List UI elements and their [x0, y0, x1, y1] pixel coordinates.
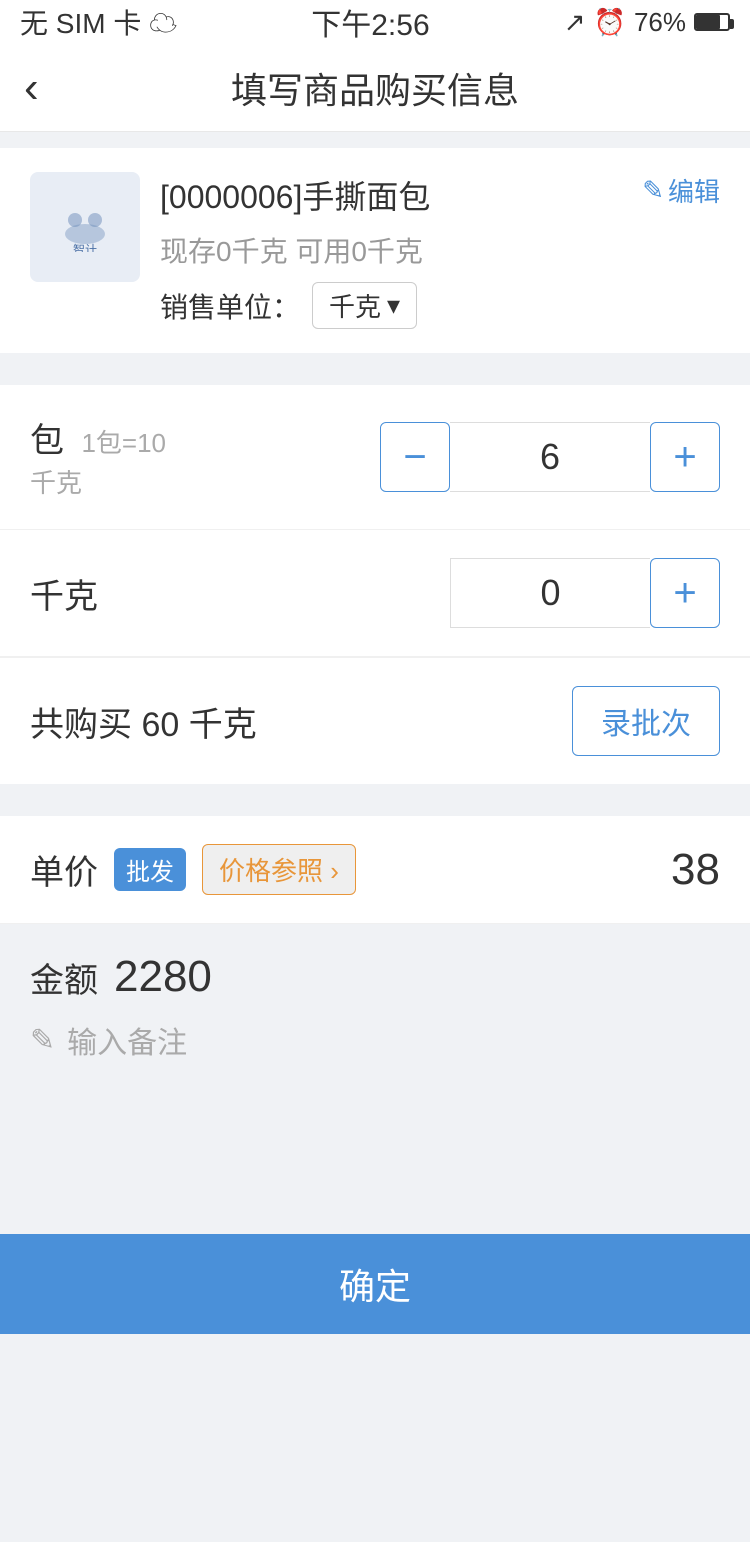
remark-placeholder: 输入备注 — [67, 1018, 187, 1062]
kg-quantity-input[interactable] — [450, 558, 650, 628]
no-sim-text: 无 SIM 卡 ☁ — [20, 2, 177, 42]
kg-input-controls: + — [450, 558, 720, 628]
unit-value: 千克 — [329, 287, 381, 324]
back-button[interactable]: ‹ — [24, 66, 39, 110]
bag-increase-button[interactable]: + — [650, 422, 720, 492]
status-time: 下午2:56 — [311, 0, 429, 44]
status-left: 无 SIM 卡 ☁ — [20, 2, 177, 42]
status-right: ↗ ⏰ 76% — [564, 7, 730, 38]
kg-input-row: 千克 + — [0, 530, 750, 657]
edit-icon: ✎ — [642, 175, 664, 206]
divider-2 — [0, 784, 750, 800]
total-label: 共购买 60 千克 — [30, 697, 257, 746]
unit-dropdown[interactable]: 千克 ▾ — [312, 282, 417, 329]
status-bar: 无 SIM 卡 ☁ 下午2:56 ↗ ⏰ 76% — [0, 0, 750, 44]
product-card: 智计 [0000006]手撕面包 ✎ 编辑 现存0千克 可用0千克 销售单位： … — [0, 148, 750, 353]
amount-label: 金额 — [30, 953, 98, 1002]
battery-icon — [694, 13, 730, 31]
amount-value: 2280 — [114, 952, 212, 1002]
bag-input-row: 包 1包=10千克 − + — [0, 385, 750, 530]
nav-bar: ‹ 填写商品购买信息 — [0, 44, 750, 132]
price-value: 38 — [671, 845, 720, 895]
bag-label: 包 1包=10千克 — [30, 413, 170, 501]
battery-text: 76% — [634, 7, 686, 38]
pencil-icon: ✎ — [30, 1023, 55, 1058]
price-reference-button[interactable]: 价格参照 › — [202, 844, 356, 895]
kg-increase-button[interactable]: + — [650, 558, 720, 628]
remark-row[interactable]: ✎ 输入备注 — [30, 1018, 720, 1062]
unit-label: 销售单位： — [160, 286, 300, 326]
alarm-icon: ⏰ — [594, 7, 626, 38]
amount-section: 金额 2280 ✎ 输入备注 — [0, 924, 750, 1082]
batch-button[interactable]: 录批次 — [572, 686, 720, 756]
confirm-label: 确定 — [339, 1258, 411, 1310]
product-info: [0000006]手撕面包 ✎ 编辑 现存0千克 可用0千克 销售单位： 千克 … — [160, 172, 720, 329]
quantity-section: 包 1包=10千克 − + 千克 + 共购买 60 千克 录批次 — [0, 385, 750, 784]
price-label: 单价 — [30, 845, 98, 894]
amount-row: 金额 2280 — [30, 952, 720, 1002]
edit-button[interactable]: ✎ 编辑 — [642, 172, 720, 209]
divider-1 — [0, 353, 750, 369]
total-row: 共购买 60 千克 录批次 — [0, 657, 750, 784]
kg-label: 千克 — [30, 569, 170, 618]
confirm-bar[interactable]: 确定 — [0, 1234, 750, 1334]
product-stock: 现存0千克 可用0千克 — [160, 230, 720, 270]
product-unit-row: 销售单位： 千克 ▾ — [160, 282, 720, 329]
svg-text:智计: 智计 — [73, 242, 97, 252]
chevron-down-icon: ▾ — [387, 290, 400, 321]
bottom-spacer — [0, 1442, 750, 1542]
product-image: 智计 — [30, 172, 140, 282]
batch-tag: 批发 — [114, 848, 186, 891]
price-section: 单价 批发 价格参照 › 38 — [0, 816, 750, 924]
product-name: [0000006]手撕面包 — [160, 172, 430, 218]
page-title: 填写商品购买信息 — [231, 62, 519, 114]
bag-input-controls: − + — [380, 422, 720, 492]
price-left: 单价 批发 价格参照 › — [30, 844, 356, 895]
edit-label: 编辑 — [668, 172, 720, 209]
bag-decrease-button[interactable]: − — [380, 422, 450, 492]
location-icon: ↗ — [564, 7, 586, 38]
bag-quantity-input[interactable] — [450, 422, 650, 492]
